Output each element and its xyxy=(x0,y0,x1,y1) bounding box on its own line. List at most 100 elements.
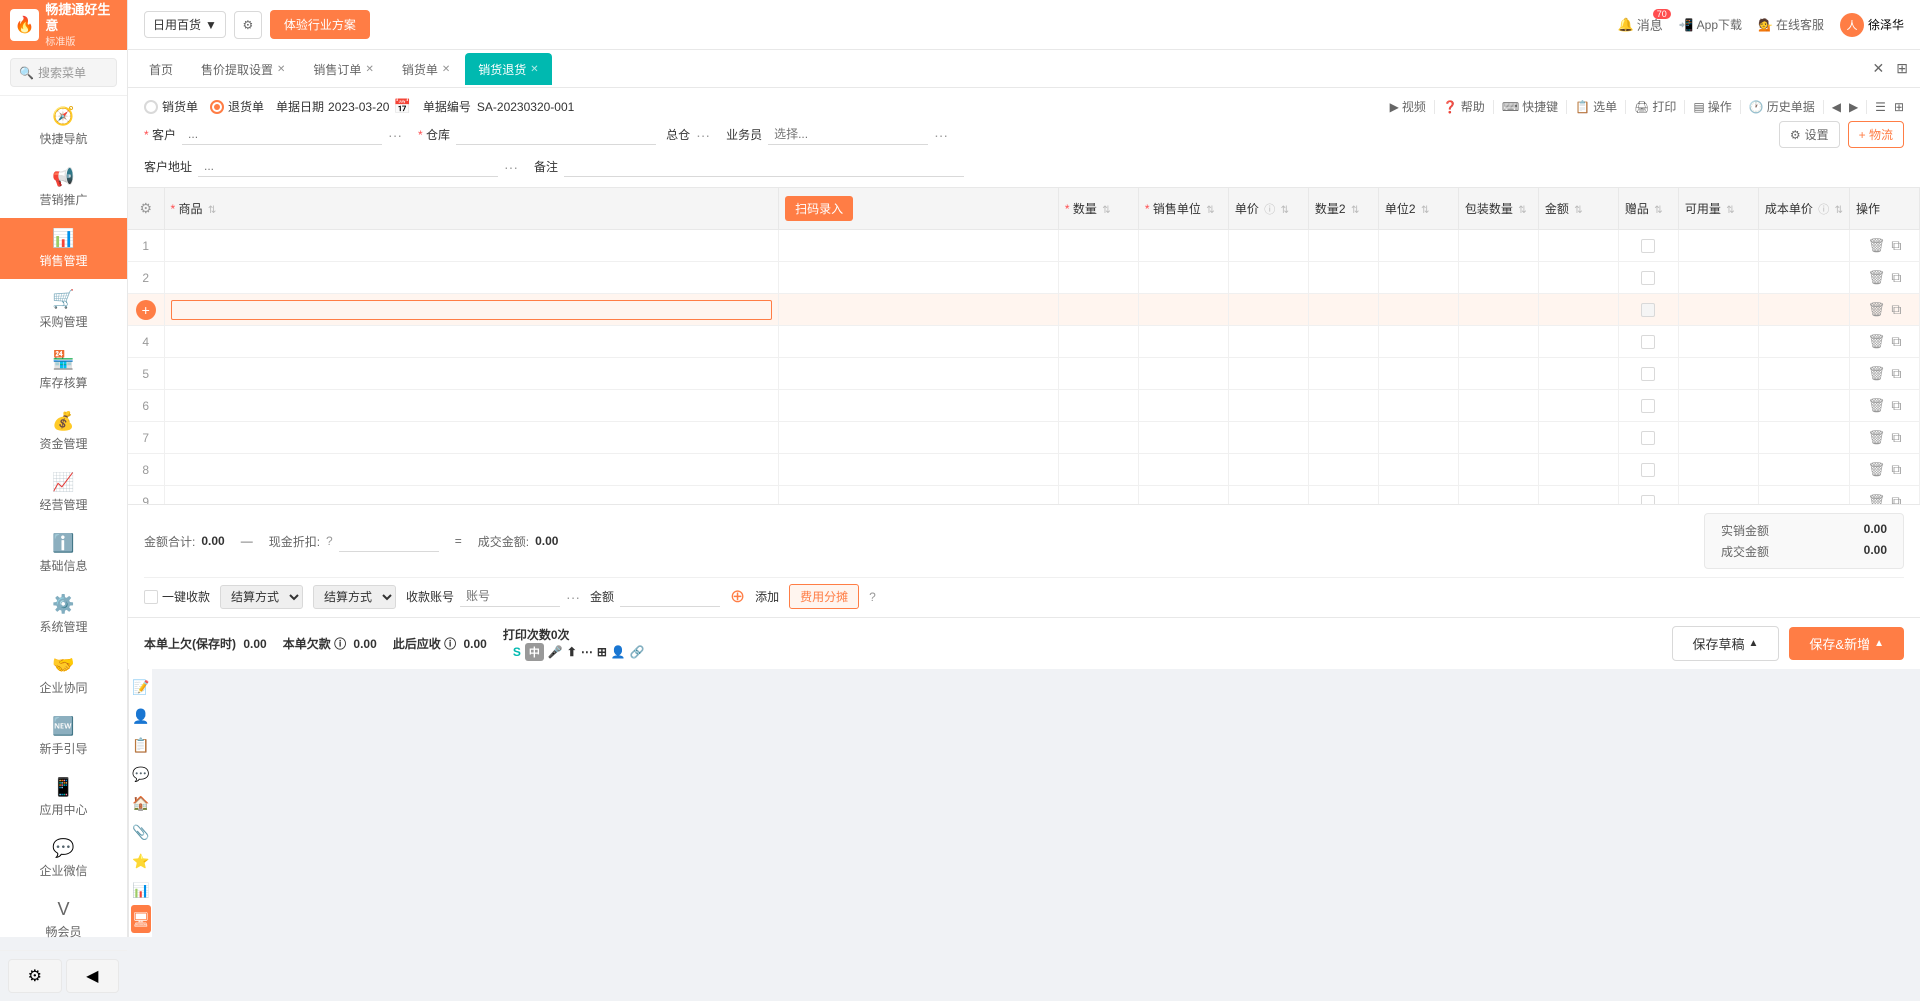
row4-copy-icon[interactable]: ⧉ xyxy=(1891,333,1901,350)
right-panel-icon-5[interactable]: 🏠 xyxy=(131,789,151,817)
unit2-sort-icon[interactable]: ⇅ xyxy=(1421,205,1429,216)
row9-copy-icon[interactable]: ⧉ xyxy=(1891,493,1901,504)
row1-price[interactable] xyxy=(1228,230,1308,262)
radio-sales-delivery[interactable]: 销货单 xyxy=(144,98,198,115)
row2-pack[interactable] xyxy=(1458,262,1538,294)
payment-amount-input[interactable] xyxy=(620,586,720,607)
save-draft-button[interactable]: 保存草稿 ▲ xyxy=(1672,626,1780,661)
row3-pack[interactable] xyxy=(1458,294,1538,326)
row5-delete-icon[interactable]: 🗑 xyxy=(1868,365,1886,382)
row5-copy-icon[interactable]: ⧉ xyxy=(1891,365,1901,382)
sidebar-bottom-settings[interactable]: ⚙ xyxy=(8,959,62,993)
row7-copy-icon[interactable]: ⧉ xyxy=(1891,429,1901,446)
row2-gift-checkbox[interactable] xyxy=(1641,271,1655,285)
customer-address-input[interactable] xyxy=(198,156,498,177)
tab-sales-return[interactable]: 销货退货 ✕ xyxy=(465,53,551,85)
row3-cost[interactable] xyxy=(1758,294,1849,326)
scan-input-button[interactable]: 扫码录入 xyxy=(785,196,853,221)
row1-qty2[interactable] xyxy=(1308,230,1378,262)
row2-unit[interactable] xyxy=(1138,262,1228,294)
tab-sales-order-close[interactable]: ✕ xyxy=(365,64,373,75)
row2-amount[interactable] xyxy=(1538,262,1618,294)
sidebar-item-operation[interactable]: 📈 经营管理 xyxy=(0,462,127,523)
doc-settings-button[interactable]: ⚙ 设置 xyxy=(1779,121,1840,148)
notes-input[interactable] xyxy=(564,156,964,177)
tab-close-all-button[interactable]: ✕ xyxy=(1869,58,1889,79)
split-fee-button[interactable]: 费用分摊 xyxy=(789,584,859,609)
row3-product[interactable] xyxy=(164,294,779,326)
price-sort-icon[interactable]: ⇅ xyxy=(1281,205,1289,216)
product-sort-icon[interactable]: ⇅ xyxy=(208,205,216,216)
row2-product[interactable] xyxy=(164,262,779,294)
tab-sales-delivery-close[interactable]: ✕ xyxy=(442,64,450,75)
sidebar-item-sales[interactable]: 📊 销售管理 xyxy=(0,218,127,279)
right-panel-icon-9[interactable]: 🖥 xyxy=(131,905,151,933)
row4-delete-icon[interactable]: 🗑 xyxy=(1868,333,1886,350)
qty-sort-icon[interactable]: ⇅ xyxy=(1102,205,1110,216)
row9-delete-icon[interactable]: 🗑 xyxy=(1868,493,1886,504)
row1-delete-icon[interactable]: 🗑 xyxy=(1868,237,1886,254)
add-row-button[interactable]: + xyxy=(136,300,156,320)
prev-record-button[interactable]: ◀ xyxy=(1832,100,1841,114)
sidebar-item-newguide[interactable]: 🆕 新手引导 xyxy=(0,706,127,767)
sidebar-item-basic[interactable]: ℹ️ 基础信息 xyxy=(0,523,127,584)
row2-cost[interactable] xyxy=(1758,262,1849,294)
message-button[interactable]: 🔔 消息 70 xyxy=(1618,15,1663,34)
right-panel-icon-4[interactable]: 💬 xyxy=(131,760,151,788)
row3-qty[interactable] xyxy=(1058,294,1138,326)
row7-delete-icon[interactable]: 🗑 xyxy=(1868,429,1886,446)
print-button[interactable]: 🖨 打印 xyxy=(1634,98,1676,115)
right-panel-icon-2[interactable]: 👤 xyxy=(131,702,151,730)
row1-cost[interactable] xyxy=(1758,230,1849,262)
row6-copy-icon[interactable]: ⧉ xyxy=(1891,397,1901,414)
row3-copy-icon[interactable]: ⧉ xyxy=(1891,301,1901,318)
sidebar-item-inventory[interactable]: 🏪 库存核算 xyxy=(0,340,127,401)
daily-goods-select[interactable]: 日用百货 ▼ xyxy=(144,11,226,38)
discount-input[interactable] xyxy=(339,531,439,552)
video-button[interactable]: ▶ 视频 xyxy=(1390,98,1426,115)
discount-info-icon[interactable]: ? xyxy=(326,534,333,548)
row1-unit2[interactable] xyxy=(1378,230,1458,262)
row3-delete-icon[interactable]: 🗑 xyxy=(1868,301,1886,318)
row2-qty[interactable] xyxy=(1058,262,1138,294)
row3-avail[interactable] xyxy=(1678,294,1758,326)
row3-amount[interactable] xyxy=(1538,294,1618,326)
cost-info-icon[interactable]: ⓘ xyxy=(1818,204,1829,216)
row1-avail[interactable] xyxy=(1678,230,1758,262)
operate-button[interactable]: ▤ 操作 xyxy=(1693,98,1731,115)
sidebar-item-system[interactable]: ⚙️ 系统管理 xyxy=(0,584,127,645)
row8-delete-icon[interactable]: 🗑 xyxy=(1868,461,1886,478)
settlement-select[interactable]: 结算方式 xyxy=(220,585,303,609)
qty2-sort-icon[interactable]: ⇅ xyxy=(1351,205,1359,216)
salesperson-picker-button[interactable]: ··· xyxy=(934,127,948,143)
sidebar-bottom-collapse[interactable]: ◀ xyxy=(66,959,120,993)
row2-qty2[interactable] xyxy=(1308,262,1378,294)
right-panel-icon-1[interactable]: 📝 xyxy=(131,673,151,701)
address-picker-button[interactable]: ··· xyxy=(504,159,518,175)
row2-copy-icon[interactable]: ⧉ xyxy=(1891,269,1901,286)
row3-qty2[interactable] xyxy=(1308,294,1378,326)
cur-due-info-icon[interactable]: ⓘ xyxy=(334,637,346,651)
view-list-button[interactable]: ☰ xyxy=(1875,100,1886,114)
sidebar-item-cooperation[interactable]: 🤝 企业协同 xyxy=(0,645,127,706)
next-record-button[interactable]: ▶ xyxy=(1849,100,1858,114)
header-settings-button[interactable]: ⚙ xyxy=(234,11,262,39)
account-input[interactable] xyxy=(460,586,560,607)
gift-sort-icon[interactable]: ⇅ xyxy=(1654,205,1662,216)
sidebar-item-quicknav[interactable]: 🧭 快捷导航 xyxy=(0,96,127,157)
row3-unit[interactable] xyxy=(1138,294,1228,326)
add-payment-button[interactable]: ⊕ xyxy=(730,586,745,607)
select-button[interactable]: 📋 选单 xyxy=(1575,98,1617,115)
view-grid-button[interactable]: ⊞ xyxy=(1894,100,1904,114)
one-key-payment-check[interactable]: 一键收款 xyxy=(144,588,210,605)
sidebar-item-purchase[interactable]: 🛒 采购管理 xyxy=(0,279,127,340)
calendar-icon[interactable]: 📅 xyxy=(393,98,410,115)
sidebar-item-marketing[interactable]: 📢 营销推广 xyxy=(0,157,127,218)
row6-delete-icon[interactable]: 🗑 xyxy=(1868,397,1886,414)
tab-sales-return-close[interactable]: ✕ xyxy=(530,64,538,75)
user-info[interactable]: 人 徐泽华 xyxy=(1840,13,1904,37)
split-info-icon[interactable]: ? xyxy=(869,590,876,604)
warehouse-picker-button[interactable]: ··· xyxy=(696,127,710,143)
row1-unit[interactable] xyxy=(1138,230,1228,262)
tab-menu-button[interactable]: ⊞ xyxy=(1892,58,1912,79)
